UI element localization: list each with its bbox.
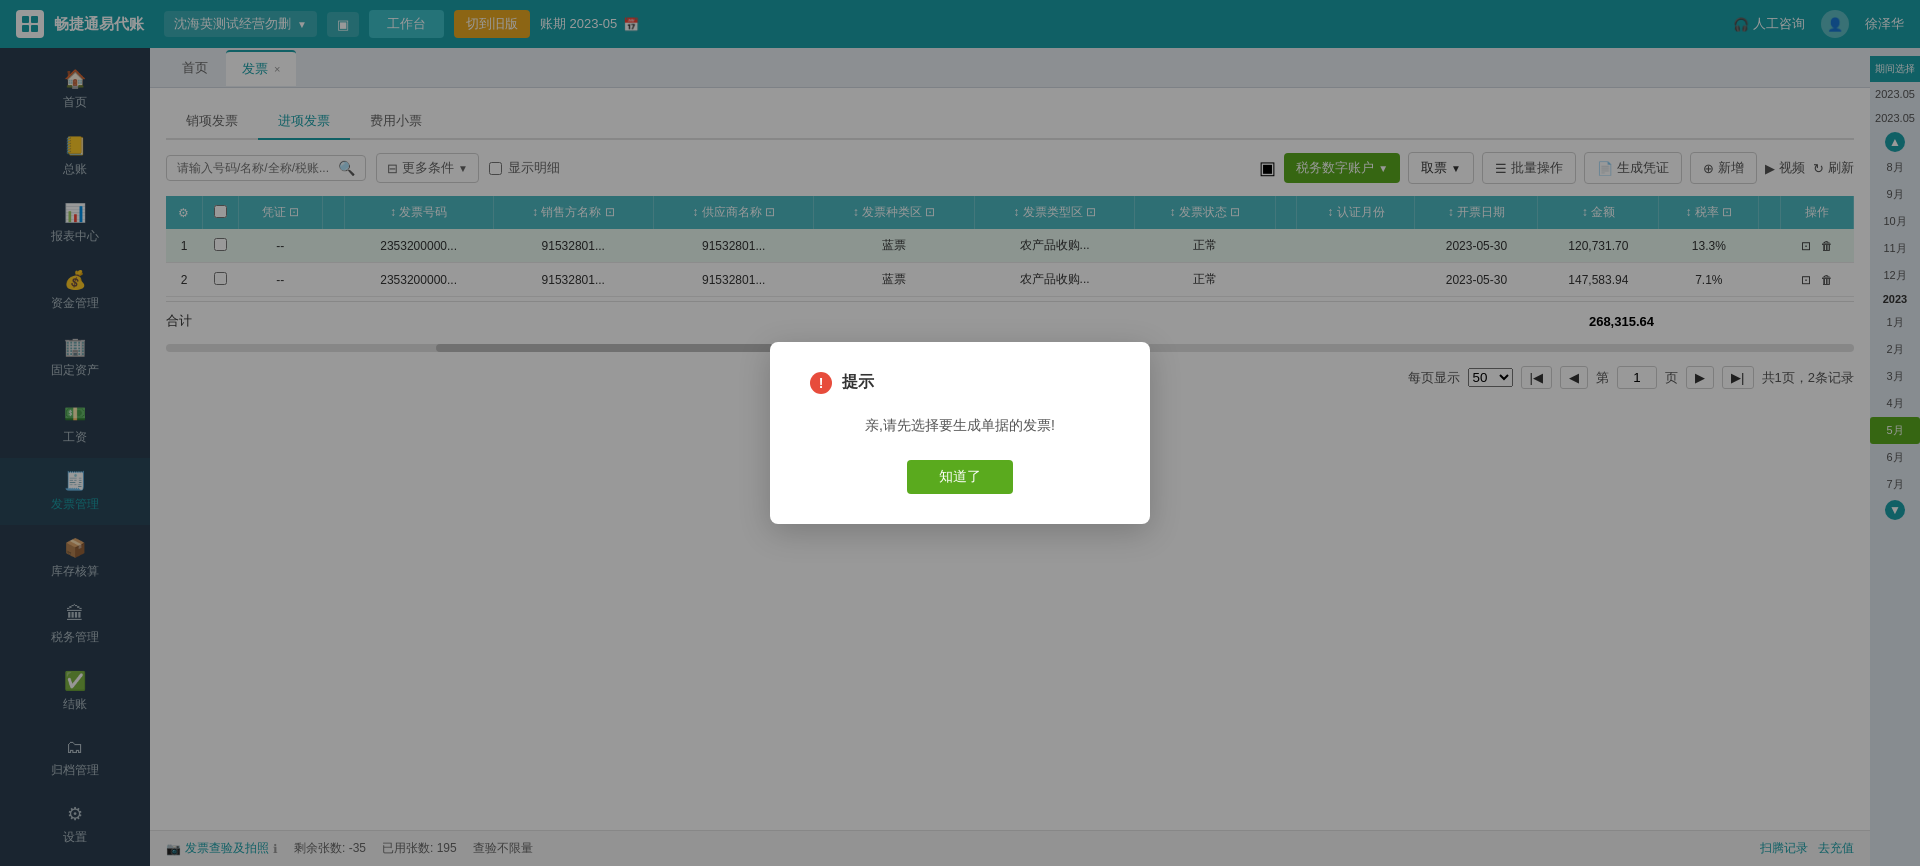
modal-footer: 知道了 xyxy=(810,460,1110,494)
warning-icon: ! xyxy=(810,372,832,394)
modal-ok-button[interactable]: 知道了 xyxy=(907,460,1013,494)
modal-title-text: 提示 xyxy=(842,372,874,393)
modal-body: 亲,请先选择要生成单据的发票! xyxy=(810,414,1110,436)
modal-overlay: ! 提示 亲,请先选择要生成单据的发票! 知道了 xyxy=(0,0,1920,866)
modal-dialog: ! 提示 亲,请先选择要生成单据的发票! 知道了 xyxy=(770,342,1150,524)
modal-title-bar: ! 提示 xyxy=(810,372,1110,394)
